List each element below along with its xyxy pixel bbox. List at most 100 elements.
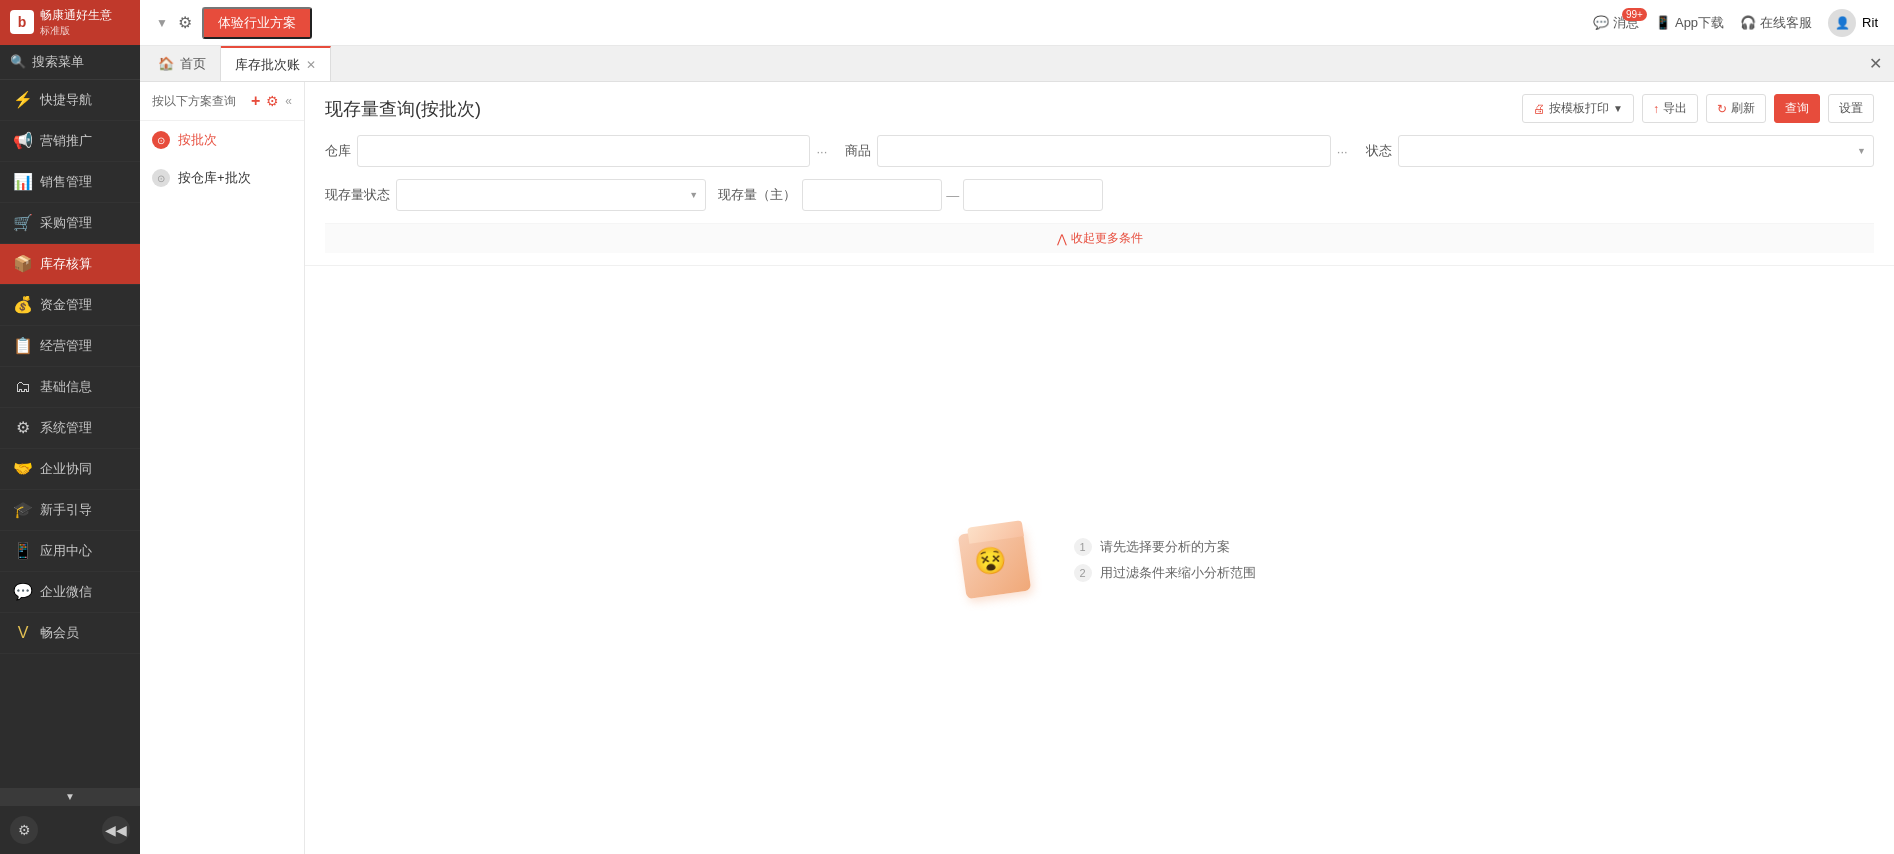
- status-select[interactable]: [1398, 135, 1874, 167]
- empty-hint-2: 2 用过滤条件来缩小分析范围: [1074, 564, 1256, 582]
- sidebar-item-inventory[interactable]: 📦 库存核算: [0, 244, 140, 285]
- refresh-icon: ↻: [1717, 102, 1727, 116]
- quick-nav-icon: ⚡: [14, 91, 32, 109]
- page-title: 现存量查询(按批次): [325, 97, 481, 121]
- inventory-qty-label: 现存量（主）: [718, 186, 796, 204]
- main-area: ▼ ⚙ 体验行业方案 💬 消息 99+ 📱 App下载 🎧 在线客服 👤 Rit: [140, 0, 1894, 854]
- collapse-filters-button[interactable]: ⋀ 收起更多条件: [325, 223, 1874, 253]
- empty-state: 😵 1 请先选择要分析的方案 2 用过滤条件来缩小分析范围: [305, 266, 1894, 854]
- sidebar: b 畅康通好生意 标准版 🔍 搜索菜单 ⚡ 快捷导航 📢 营销推广 📊 销售管理…: [0, 0, 140, 854]
- sidebar-item-finance[interactable]: 💰 资金管理: [0, 285, 140, 326]
- sidebar-item-operations[interactable]: 📋 经营管理: [0, 326, 140, 367]
- sidebar-item-enterprise[interactable]: 🤝 企业协同: [0, 449, 140, 490]
- print-dropdown-icon[interactable]: ▼: [1613, 103, 1623, 114]
- warehouse-input[interactable]: [357, 135, 810, 167]
- scheme-warehouse-batch-icon: ⊙: [152, 169, 170, 187]
- tab-inventory-batch[interactable]: 库存批次账 ✕: [221, 46, 331, 81]
- filter-row-1: 仓库 ··· 商品 ··· 状态: [325, 135, 1874, 167]
- filter-area: 仓库 ··· 商品 ··· 状态: [305, 123, 1894, 266]
- sidebar-item-system[interactable]: ⚙ 系统管理: [0, 408, 140, 449]
- enterprise-icon: 🤝: [14, 460, 32, 478]
- sidebar-item-new-guide[interactable]: 🎓 新手引导: [0, 490, 140, 531]
- sidebar-item-sales[interactable]: 📊 销售管理: [0, 162, 140, 203]
- sidebar-footer: ⚙ ◀◀: [0, 805, 140, 854]
- experience-button[interactable]: 体验行业方案: [202, 7, 312, 39]
- add-scheme-button[interactable]: +: [251, 92, 260, 110]
- refresh-button[interactable]: ↻ 刷新: [1706, 94, 1766, 123]
- online-service-button[interactable]: 🎧 在线客服: [1740, 14, 1812, 32]
- filter-panel-actions: + ⚙ «: [251, 92, 292, 110]
- scheme-batch-label: 按批次: [178, 131, 217, 149]
- sidebar-item-basic-info[interactable]: 🗂 基础信息: [0, 367, 140, 408]
- filter-inventory-qty: 现存量（主） —: [718, 179, 1481, 211]
- inventory-qty-max-input[interactable]: [963, 179, 1103, 211]
- panel-collapse-icon[interactable]: «: [285, 94, 292, 108]
- qty-dash: —: [942, 188, 963, 203]
- topbar: ▼ ⚙ 体验行业方案 💬 消息 99+ 📱 App下载 🎧 在线客服 👤 Rit: [140, 0, 1894, 46]
- warehouse-label: 仓库: [325, 142, 351, 160]
- empty-hint-1: 1 请先选择要分析的方案: [1074, 538, 1256, 556]
- export-button[interactable]: ↑ 导出: [1642, 94, 1698, 123]
- product-more-button[interactable]: ···: [1331, 140, 1354, 163]
- app-download-icon: 📱: [1655, 15, 1671, 30]
- system-icon: ⚙: [14, 419, 32, 437]
- scheme-warehouse-batch[interactable]: ⊙ 按仓库+批次: [140, 159, 304, 197]
- home-icon: 🏠: [158, 56, 174, 71]
- filter-inventory-status: 现存量状态: [325, 179, 706, 211]
- tab-panel-close-button[interactable]: ✕: [1869, 54, 1882, 73]
- filter-panel: 按以下方案查询 + ⚙ « ⊙ 按批次 ⊙ 按仓库+批次: [140, 82, 305, 854]
- basic-info-icon: 🗂: [14, 378, 32, 396]
- sidebar-search[interactable]: 🔍 搜索菜单: [0, 45, 140, 80]
- app-center-icon: 📱: [14, 542, 32, 560]
- product-label: 商品: [845, 142, 871, 160]
- sidebar-item-app-center[interactable]: 📱 应用中心: [0, 531, 140, 572]
- settings-button[interactable]: 设置: [1828, 94, 1874, 123]
- messages-icon: 💬: [1593, 15, 1609, 30]
- inventory-status-select[interactable]: [396, 179, 706, 211]
- inventory-qty-min-input[interactable]: [802, 179, 942, 211]
- main-content: 现存量查询(按批次) 🖨 按模板打印 ▼ ↑ 导出 ↻ 刷新: [305, 82, 1894, 854]
- filter-warehouse: 仓库 ···: [325, 135, 833, 167]
- hint1-text: 请先选择要分析的方案: [1100, 538, 1230, 556]
- topbar-left: ▼ ⚙ 体验行业方案: [156, 7, 312, 39]
- scheme-batch[interactable]: ⊙ 按批次: [140, 121, 304, 159]
- search-icon: 🔍: [10, 54, 26, 69]
- warehouse-more-button[interactable]: ···: [810, 140, 833, 163]
- sidebar-collapse-button[interactable]: ◀◀: [102, 816, 130, 844]
- finance-icon: 💰: [14, 296, 32, 314]
- inventory-status-label: 现存量状态: [325, 186, 390, 204]
- sales-icon: 📊: [14, 173, 32, 191]
- collapse-icon: ⋀: [1057, 232, 1067, 246]
- sidebar-settings-button[interactable]: ⚙: [10, 816, 38, 844]
- product-input[interactable]: [877, 135, 1330, 167]
- topbar-gear-icon[interactable]: ⚙: [178, 13, 192, 32]
- sidebar-item-vip[interactable]: V 畅会员: [0, 613, 140, 654]
- sidebar-item-quick-nav[interactable]: ⚡ 快捷导航: [0, 80, 140, 121]
- print-button[interactable]: 🖨 按模板打印 ▼: [1522, 94, 1634, 123]
- operations-icon: 📋: [14, 337, 32, 355]
- user-menu[interactable]: 👤 Rit: [1828, 9, 1878, 37]
- topbar-dropdown[interactable]: ▼: [156, 16, 168, 30]
- content-area: 按以下方案查询 + ⚙ « ⊙ 按批次 ⊙ 按仓库+批次 现存量查询(按批次): [140, 82, 1894, 854]
- filter-product: 商品 ···: [845, 135, 1353, 167]
- purchase-icon: 🛒: [14, 214, 32, 232]
- filter-panel-title: 按以下方案查询: [152, 93, 236, 110]
- tab-close-button[interactable]: ✕: [306, 58, 316, 72]
- empty-illustration: 😵: [944, 510, 1044, 610]
- collapse-label: 收起更多条件: [1071, 230, 1143, 247]
- sidebar-item-enterprise-wechat[interactable]: 💬 企业微信: [0, 572, 140, 613]
- sidebar-item-purchase[interactable]: 🛒 采购管理: [0, 203, 140, 244]
- query-button[interactable]: 查询: [1774, 94, 1820, 123]
- sidebar-item-marketing[interactable]: 📢 营销推广: [0, 121, 140, 162]
- empty-hints: 1 请先选择要分析的方案 2 用过滤条件来缩小分析范围: [1074, 538, 1256, 582]
- app-download-button[interactable]: 📱 App下载: [1655, 14, 1724, 32]
- scheme-batch-icon: ⊙: [152, 131, 170, 149]
- sidebar-brand: 畅康通好生意 标准版: [40, 8, 112, 37]
- sidebar-scroll-down[interactable]: ▼: [0, 788, 140, 805]
- tab-home[interactable]: 🏠 首页: [144, 46, 221, 81]
- messages-button[interactable]: 💬 消息 99+: [1593, 14, 1639, 32]
- new-guide-icon: 🎓: [14, 501, 32, 519]
- online-service-icon: 🎧: [1740, 15, 1756, 30]
- scheme-warehouse-batch-label: 按仓库+批次: [178, 169, 251, 187]
- scheme-settings-icon[interactable]: ⚙: [266, 93, 279, 109]
